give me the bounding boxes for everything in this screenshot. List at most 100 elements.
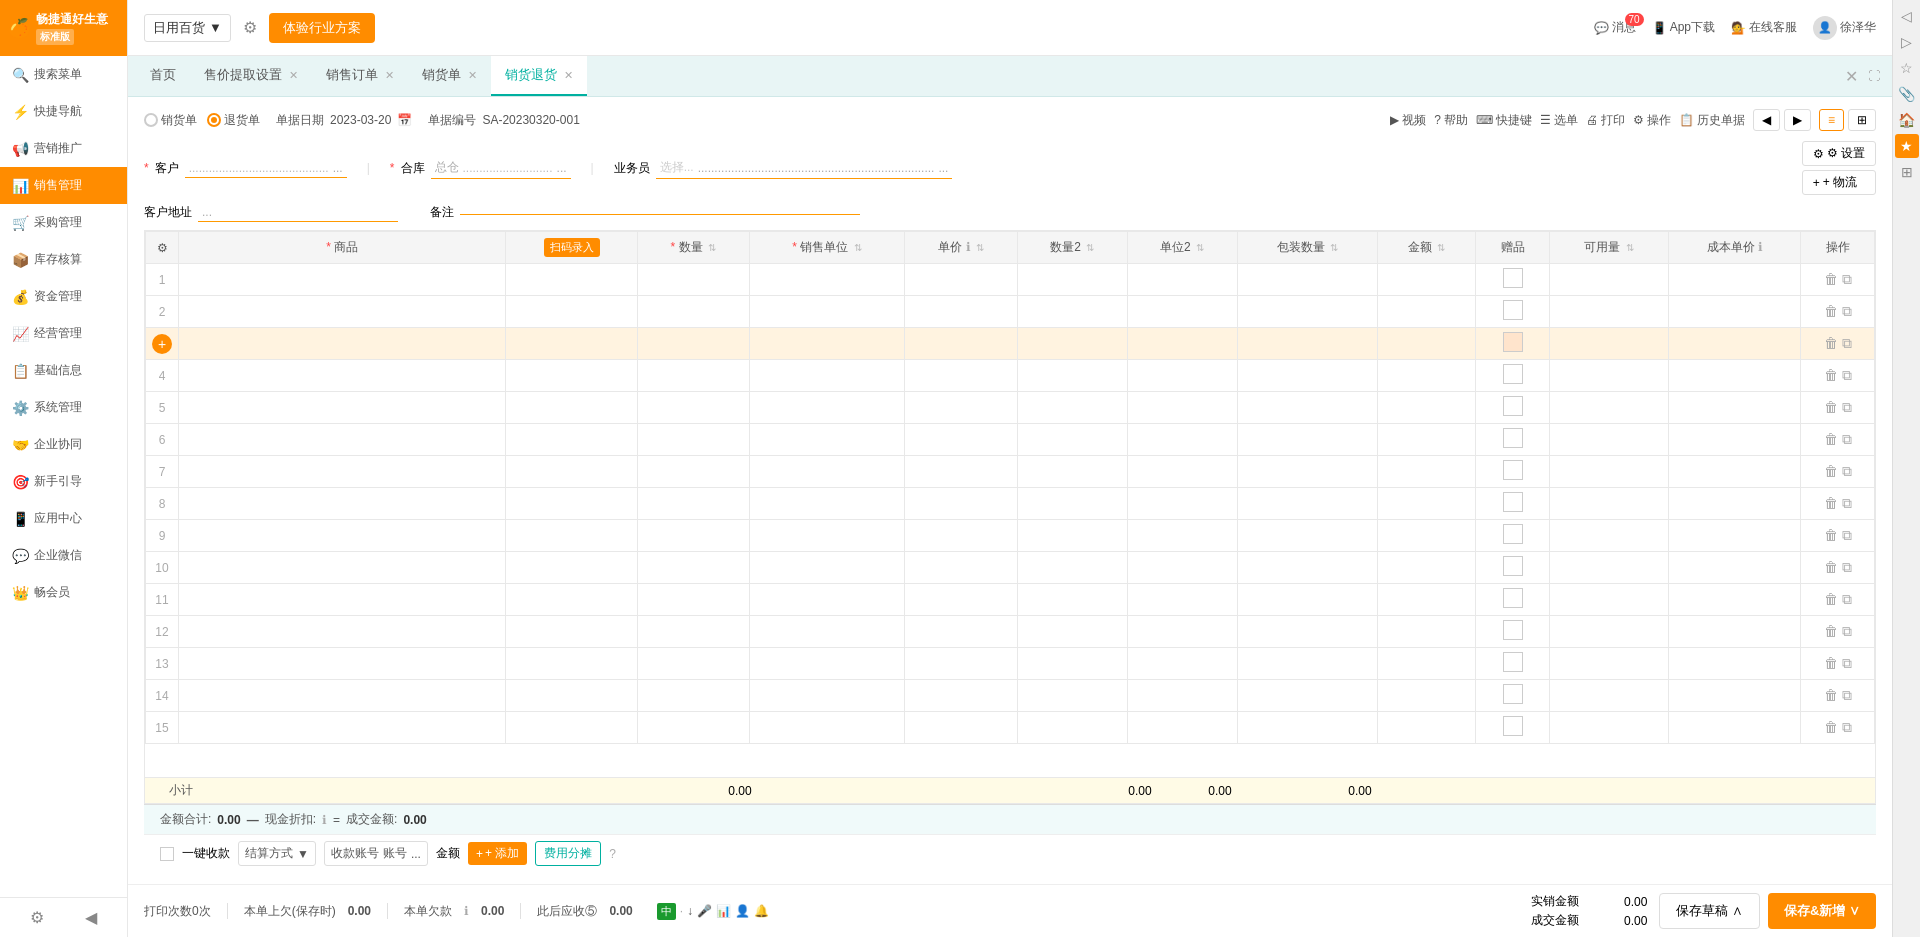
cost-cell[interactable] (1669, 328, 1801, 360)
gift-cell[interactable] (1476, 264, 1550, 296)
gift-checkbox[interactable] (1503, 524, 1523, 544)
payment-help-icon[interactable]: ? (609, 847, 616, 861)
unit2-cell[interactable] (1127, 296, 1237, 328)
tab-sales-bill-close[interactable]: ✕ (468, 69, 477, 82)
price-cell[interactable] (905, 296, 1018, 328)
copy-row-btn[interactable]: ⧉ (1842, 271, 1852, 288)
add-payment-btn[interactable]: + + 添加 (468, 842, 527, 865)
available-sort[interactable]: ⇅ (1626, 242, 1634, 253)
delete-row-btn[interactable]: 🗑 (1824, 303, 1838, 320)
unit2-cell[interactable] (1127, 264, 1237, 296)
qty-cell[interactable] (637, 264, 749, 296)
gift-checkbox[interactable] (1503, 332, 1523, 352)
sidebar-item-guide[interactable]: 🎯 新手引导 (0, 463, 127, 500)
gift-checkbox[interactable] (1503, 620, 1523, 640)
radio-sales[interactable]: 销货单 (144, 112, 197, 129)
copy-row-btn[interactable]: ⧉ (1842, 495, 1852, 512)
gift-checkbox[interactable] (1503, 460, 1523, 480)
amount-cell[interactable] (1378, 264, 1476, 296)
col-scan[interactable]: 扫码录入 (506, 232, 637, 264)
copy-row-btn[interactable]: ⧉ (1842, 367, 1852, 384)
qty-cell[interactable] (637, 328, 749, 360)
delete-row-btn[interactable]: 🗑 (1824, 431, 1838, 448)
price-cell[interactable] (905, 264, 1018, 296)
sidebar-item-sales[interactable]: 📊 销售管理 (0, 167, 127, 204)
copy-row-btn[interactable]: ⧉ (1842, 303, 1852, 320)
pack-sort[interactable]: ⇅ (1330, 242, 1338, 253)
sidebar-item-app-center[interactable]: 📱 应用中心 (0, 500, 127, 537)
gift-checkbox[interactable] (1503, 492, 1523, 512)
cost-cell[interactable] (1669, 296, 1801, 328)
status-icon-zhong[interactable]: 中 (657, 903, 676, 920)
delete-row-btn[interactable]: 🗑 (1824, 463, 1838, 480)
copy-row-btn[interactable]: ⧉ (1842, 527, 1852, 544)
unit-cell[interactable] (749, 328, 904, 360)
pack-cell[interactable] (1237, 264, 1378, 296)
toolbar-shortcut[interactable]: ⌨ 快捷键 (1476, 112, 1532, 129)
settings-btn[interactable]: ⚙ ⚙ 设置 (1802, 141, 1876, 166)
delete-row-btn[interactable]: 🗑 (1824, 623, 1838, 640)
unit-cell[interactable] (749, 264, 904, 296)
right-panel-btn-7[interactable]: ⊞ (1895, 160, 1919, 184)
copy-row-btn[interactable]: ⧉ (1842, 431, 1852, 448)
copy-row-btn[interactable]: ⧉ (1842, 335, 1852, 352)
delete-row-btn[interactable]: 🗑 (1824, 719, 1838, 736)
address-input[interactable]: ... (198, 203, 398, 222)
right-panel-btn-4[interactable]: 📎 (1895, 82, 1919, 106)
tab-sales-order[interactable]: 销售订单 ✕ (312, 56, 408, 96)
delete-row-btn[interactable]: 🗑 (1824, 655, 1838, 672)
gift-checkbox[interactable] (1503, 588, 1523, 608)
remark-input[interactable] (460, 210, 860, 215)
toolbar-video[interactable]: ▶ 视频 (1390, 112, 1426, 129)
available-cell[interactable] (1549, 296, 1668, 328)
amount-cell[interactable] (1378, 296, 1476, 328)
status-icon-dot[interactable]: · (680, 904, 683, 918)
gift-checkbox[interactable] (1503, 268, 1523, 288)
gift-checkbox[interactable] (1503, 300, 1523, 320)
status-icon-user[interactable]: 👤 (735, 904, 750, 918)
copy-row-btn[interactable]: ⧉ (1842, 623, 1852, 640)
amount-sort[interactable]: ⇅ (1437, 242, 1445, 253)
salesperson-input[interactable]: 选择... ..................................… (656, 157, 953, 179)
trial-button[interactable]: 体验行业方案 (269, 13, 375, 43)
delete-row-btn[interactable]: 🗑 (1824, 527, 1838, 544)
delete-row-btn[interactable]: 🗑 (1824, 559, 1838, 576)
price-cell[interactable] (905, 328, 1018, 360)
new-goods-cell[interactable] (179, 328, 506, 360)
header-gear-btn[interactable]: ⚙ (239, 14, 261, 41)
delete-row-btn[interactable]: 🗑 (1824, 271, 1838, 288)
pack-cell[interactable] (1237, 328, 1378, 360)
gift-checkbox[interactable] (1503, 716, 1523, 736)
qty-sort[interactable]: ⇅ (708, 242, 716, 253)
gift-checkbox[interactable] (1503, 684, 1523, 704)
gift-checkbox[interactable] (1503, 428, 1523, 448)
settings-bottom-btn[interactable]: ⚙ (30, 908, 44, 927)
sidebar-item-marketing[interactable]: 📢 营销推广 (0, 130, 127, 167)
copy-row-btn[interactable]: ⧉ (1842, 719, 1852, 736)
copy-row-btn[interactable]: ⧉ (1842, 559, 1852, 576)
sidebar-item-enterprise[interactable]: 🤝 企业协同 (0, 426, 127, 463)
sidebar-item-basic-info[interactable]: 📋 基础信息 (0, 352, 127, 389)
available-cell[interactable] (1549, 328, 1668, 360)
goods-cell[interactable] (179, 264, 506, 296)
unit-cell[interactable] (749, 296, 904, 328)
equals-btn[interactable]: = (333, 813, 340, 827)
online-service-btn[interactable]: 💁 在线客服 (1731, 19, 1797, 36)
delete-row-btn[interactable]: 🗑 (1824, 495, 1838, 512)
delete-row-btn[interactable]: 🗑 (1824, 591, 1838, 608)
sidebar-item-quick-nav[interactable]: ⚡ 快捷导航 (0, 93, 127, 130)
toolbar-help[interactable]: ? 帮助 (1434, 112, 1468, 129)
gift-cell[interactable] (1476, 328, 1550, 360)
tab-sales-order-close[interactable]: ✕ (385, 69, 394, 82)
warehouse-input[interactable]: 总仓 ........................... ... (431, 157, 571, 179)
toolbar-history[interactable]: 📋 历史单据 (1679, 112, 1745, 129)
toolbar-print[interactable]: 🖨 打印 (1586, 112, 1625, 129)
prev-btn[interactable]: ◀ (1753, 109, 1780, 131)
status-icon-chart[interactable]: 📊 (716, 904, 731, 918)
list-view-btn[interactable]: ≡ (1819, 109, 1844, 131)
delete-row-btn[interactable]: 🗑 (1824, 367, 1838, 384)
copy-row-btn[interactable]: ⧉ (1842, 655, 1852, 672)
sidebar-item-purchase[interactable]: 🛒 采购管理 (0, 204, 127, 241)
price-sort[interactable]: ⇅ (976, 242, 984, 253)
copy-row-btn[interactable]: ⧉ (1842, 591, 1852, 608)
